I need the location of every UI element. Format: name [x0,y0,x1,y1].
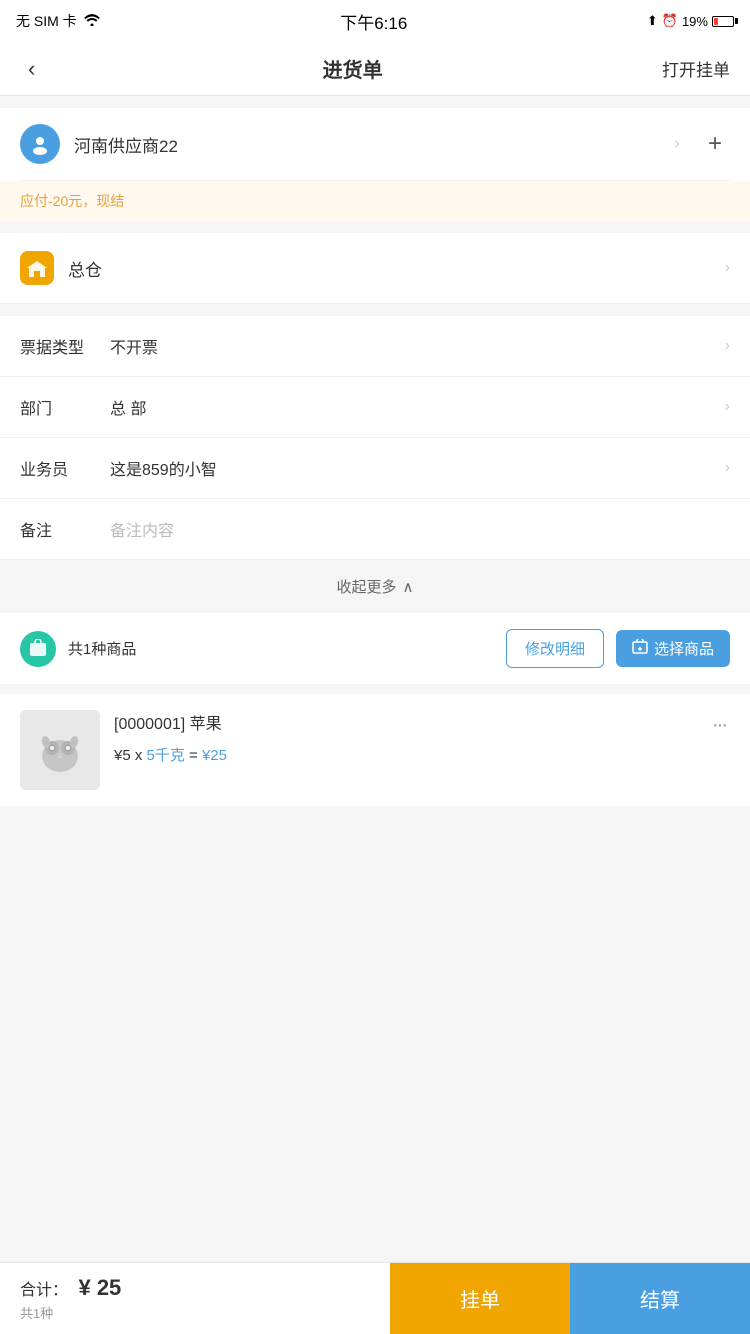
supplier-section: 河南供应商22 › + 应付-20元，现结 [0,108,750,221]
wifi-icon [83,13,101,29]
product-more-button[interactable]: ··· [708,710,730,741]
invoice-type-value: 不开票 [100,334,725,358]
supplier-notice: 应付-20元，现结 [0,181,750,221]
product-thumbnail [20,710,100,790]
warehouse-section: 总仓 › [0,233,750,304]
total-sub: 共1种 [20,1303,370,1322]
product-item: [0000001] 苹果 ¥5 x 5千克 = ¥25 ··· [0,694,750,806]
warehouse-row[interactable]: 总仓 › [0,233,750,304]
back-button[interactable]: ‹ [20,48,43,90]
status-left: 无 SIM 卡 [16,11,101,31]
nav-bar: ‹ 进货单 打开挂单 [0,42,750,96]
alarm-icon: ⏰ [662,13,678,29]
hang-order-button[interactable]: 挂单 [390,1263,570,1334]
select-product-icon [632,639,648,659]
dept-row[interactable]: 部门 总 部 › [0,377,750,438]
salesman-chevron-icon: › [725,459,730,477]
edit-detail-button[interactable]: 修改明细 [506,629,604,668]
warehouse-icon [20,251,54,285]
total-main: 合计： ¥ 25 [20,1275,370,1301]
invoice-chevron-icon: › [725,337,730,355]
collapse-button[interactable]: 收起更多 ∧ [0,560,750,613]
invoice-type-row[interactable]: 票据类型 不开票 › [0,316,750,377]
status-time: 下午6:16 [340,9,407,34]
product-x: x [135,747,147,764]
location-icon: ⬆ [647,13,658,29]
gap-1 [0,96,750,108]
status-right: ⬆ ⏰ 19% [647,13,734,29]
product-count: 共1种商品 [68,638,494,659]
salesman-row[interactable]: 业务员 这是859的小智 › [0,438,750,499]
gap-2 [0,221,750,233]
add-supplier-button[interactable]: + [700,126,730,162]
page-title: 进货单 [323,54,383,83]
carrier-text: 无 SIM 卡 [16,11,77,31]
warehouse-name: 总仓 [68,256,725,281]
salesman-value: 这是859的小智 [100,456,725,480]
dept-chevron-icon: › [725,398,730,416]
form-section: 票据类型 不开票 › 部门 总 部 › 业务员 这是859的小智 › 备注 备注… [0,316,750,560]
total-amount: ¥ 25 [78,1275,121,1300]
product-qty: 5千克 [147,747,185,764]
collapse-icon: ∧ [403,578,414,596]
select-product-button[interactable]: 选择商品 [616,630,730,667]
product-info: [0000001] 苹果 ¥5 x 5千克 = ¥25 [114,710,694,765]
product-unit-price: ¥5 [114,747,131,764]
remark-row[interactable]: 备注 备注内容 [0,499,750,560]
gap-3 [0,304,750,316]
battery-percent: 19% [682,14,708,29]
product-price-row: ¥5 x 5千克 = ¥25 [114,744,694,765]
invoice-type-label: 票据类型 [20,334,100,358]
salesman-label: 业务员 [20,456,100,480]
battery-icon [712,16,734,27]
bottom-spacer [0,806,750,886]
select-product-label: 选择商品 [654,638,714,659]
total-label: 合计： [20,1282,68,1299]
checkout-button[interactable]: 结算 [570,1263,750,1334]
supplier-avatar [20,124,60,164]
bottom-bar: 合计： ¥ 25 共1种 挂单 结算 [0,1262,750,1334]
remark-input[interactable]: 备注内容 [100,517,730,541]
collapse-label: 收起更多 [337,576,397,597]
product-total: ¥25 [202,747,227,764]
total-section: 合计： ¥ 25 共1种 [0,1263,390,1334]
remark-label: 备注 [20,517,100,541]
supplier-chevron-icon: › [675,135,680,153]
dept-value: 总 部 [100,395,725,419]
product-eq: = [189,747,202,764]
status-bar: 无 SIM 卡 下午6:16 ⬆ ⏰ 19% [0,0,750,42]
product-name: [0000001] 苹果 [114,710,694,734]
open-hang-button[interactable]: 打开挂单 [662,56,730,81]
supplier-row[interactable]: 河南供应商22 › + [0,108,750,180]
dept-label: 部门 [20,395,100,419]
product-header: 共1种商品 修改明细 选择商品 [0,613,750,684]
product-section-icon [20,631,56,667]
supplier-name: 河南供应商22 [74,132,675,157]
warehouse-chevron-icon: › [725,259,730,277]
